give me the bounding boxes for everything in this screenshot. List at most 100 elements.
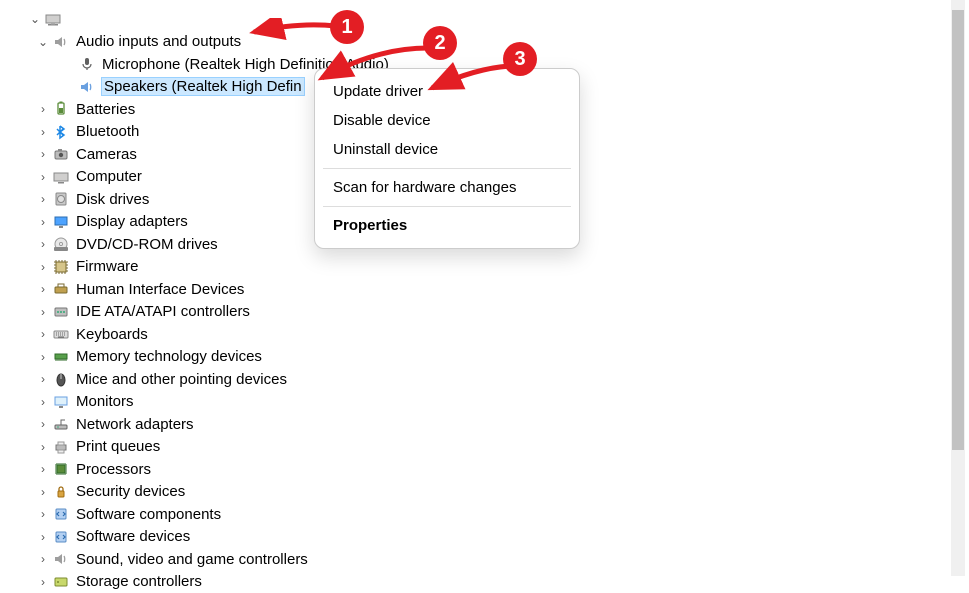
tree-node[interactable]: › Security devices <box>4 481 969 504</box>
expand-icon[interactable]: › <box>36 396 50 408</box>
collapse-icon[interactable]: ⌄ <box>28 13 42 25</box>
vertical-scrollbar[interactable] <box>951 0 965 576</box>
tree-node[interactable]: › Monitors <box>4 391 969 414</box>
tree-node-label: Monitors <box>76 393 134 410</box>
tree-node-label: Display adapters <box>76 213 188 230</box>
expand-icon[interactable]: › <box>36 441 50 453</box>
expand-icon[interactable]: › <box>36 103 50 115</box>
tree-node-label: Batteries <box>76 101 135 118</box>
dvd-icon <box>52 235 70 253</box>
menu-item-scan-hw[interactable]: Scan for hardware changes <box>315 173 579 202</box>
monitor-icon <box>52 393 70 411</box>
network-icon <box>52 415 70 433</box>
tree-node[interactable]: ›Firmware <box>4 256 969 279</box>
mouse-icon <box>52 370 70 388</box>
memory-icon <box>52 348 70 366</box>
expand-icon[interactable]: › <box>36 148 50 160</box>
expand-icon[interactable]: › <box>36 576 50 588</box>
disk-icon <box>52 190 70 208</box>
tree-node-label: DVD/CD-ROM drives <box>76 236 218 253</box>
tree-node[interactable]: › Keyboards <box>4 323 969 346</box>
tree-node[interactable]: › Memory technology devices <box>4 346 969 369</box>
annotation-badge-1: 1 <box>330 10 364 44</box>
tree-node-label: Software devices <box>76 528 190 545</box>
expand-icon[interactable]: › <box>36 126 50 138</box>
tree-node-label: Keyboards <box>76 326 148 343</box>
security-icon <box>52 483 70 501</box>
tree-node-label: Software components <box>76 506 221 523</box>
menu-item-properties[interactable]: Properties <box>315 211 579 240</box>
expand-icon[interactable]: › <box>36 463 50 475</box>
tree-node-label: Print queues <box>76 438 160 455</box>
menu-separator <box>323 168 571 169</box>
tree-node[interactable]: › Sound, video and game controllers <box>4 548 969 571</box>
software-icon <box>52 505 70 523</box>
computer-icon <box>44 10 62 28</box>
tree-node-label: Bluetooth <box>76 123 139 140</box>
speaker-icon <box>52 33 70 51</box>
expand-icon[interactable]: › <box>36 171 50 183</box>
expand-icon[interactable]: › <box>36 328 50 340</box>
tree-node[interactable]: › Print queues <box>4 436 969 459</box>
expand-icon[interactable]: › <box>36 531 50 543</box>
tree-node[interactable]: › IDE ATA/ATAPI controllers <box>4 301 969 324</box>
menu-item-update-driver[interactable]: Update driver <box>315 77 579 106</box>
speaker-icon <box>52 550 70 568</box>
tree-node[interactable]: ›Storage controllers <box>4 571 969 593</box>
computer-icon <box>52 168 70 186</box>
tree-node-label: Cameras <box>76 146 137 163</box>
expand-icon[interactable]: › <box>36 418 50 430</box>
tree-node-label: Sound, video and game controllers <box>76 551 308 568</box>
processor-icon <box>52 460 70 478</box>
keyboard-icon <box>52 325 70 343</box>
tree-node-label: Mice and other pointing devices <box>76 371 287 388</box>
hid-icon <box>52 280 70 298</box>
annotation-badge-2: 2 <box>423 26 457 60</box>
expand-icon[interactable]: › <box>36 351 50 363</box>
expand-icon[interactable]: › <box>36 306 50 318</box>
tree-node-audio[interactable]: ⌄ Audio inputs and outputs <box>4 31 969 54</box>
tree-node[interactable]: › Processors <box>4 458 969 481</box>
tree-node-label: Human Interface Devices <box>76 281 244 298</box>
camera-icon <box>52 145 70 163</box>
expand-icon[interactable]: › <box>36 238 50 250</box>
tree-node[interactable]: › Mice and other pointing devices <box>4 368 969 391</box>
menu-separator <box>323 206 571 207</box>
menu-item-uninstall-device[interactable]: Uninstall device <box>315 135 579 164</box>
expand-icon[interactable]: › <box>36 486 50 498</box>
tree-node-label: Processors <box>76 461 151 478</box>
display-icon <box>52 213 70 231</box>
tree-node[interactable]: › Software components <box>4 503 969 526</box>
collapse-icon[interactable]: ⌄ <box>36 36 50 48</box>
tree-node[interactable]: › Human Interface Devices <box>4 278 969 301</box>
tree-node-label: Audio inputs and outputs <box>76 33 241 50</box>
ide-icon <box>52 303 70 321</box>
expand-icon[interactable]: › <box>36 193 50 205</box>
annotation-badge-3: 3 <box>503 42 537 76</box>
expand-icon[interactable]: › <box>36 216 50 228</box>
tree-node[interactable]: › Software devices <box>4 526 969 549</box>
expand-icon[interactable]: › <box>36 373 50 385</box>
expand-icon[interactable]: › <box>36 261 50 273</box>
microphone-icon <box>78 55 96 73</box>
tree-node[interactable]: ›Network adapters <box>4 413 969 436</box>
tree-node-label: IDE ATA/ATAPI controllers <box>76 303 250 320</box>
expand-icon[interactable]: › <box>36 508 50 520</box>
expand-icon[interactable]: › <box>36 553 50 565</box>
printer-icon <box>52 438 70 456</box>
tree-node-label: Security devices <box>76 483 185 500</box>
context-menu: Update driver Disable device Uninstall d… <box>314 68 580 249</box>
tree-root-node[interactable]: ⌄ <box>4 8 969 31</box>
tree-node-label: Disk drives <box>76 191 149 208</box>
scrollbar-thumb[interactable] <box>952 10 964 450</box>
speaker-icon <box>78 78 96 96</box>
software-icon <box>52 528 70 546</box>
bluetooth-icon <box>52 123 70 141</box>
firmware-icon <box>52 258 70 276</box>
menu-item-disable-device[interactable]: Disable device <box>315 106 579 135</box>
tree-node-label: Computer <box>76 168 142 185</box>
expand-icon[interactable]: › <box>36 283 50 295</box>
storage-icon <box>52 573 70 591</box>
tree-node-label: Speakers (Realtek High Defin <box>102 78 304 95</box>
tree-node-label: Memory technology devices <box>76 348 262 365</box>
